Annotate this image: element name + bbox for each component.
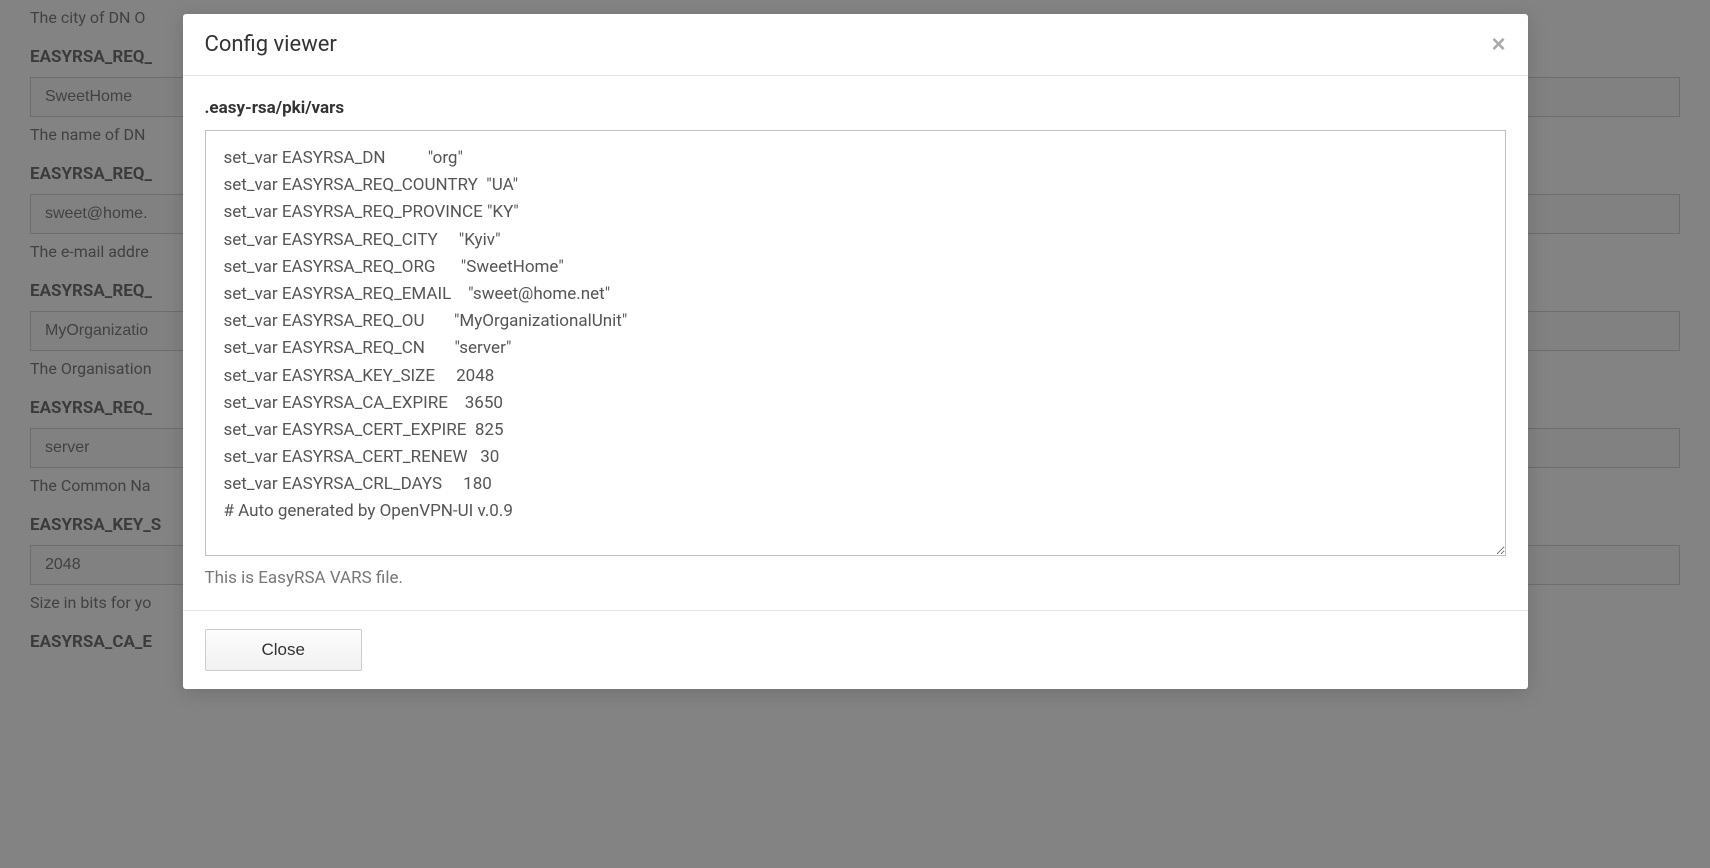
modal-body: .easy-rsa/pki/vars This is EasyRSA VARS … (183, 76, 1528, 610)
config-filepath: .easy-rsa/pki/vars (205, 98, 1506, 118)
config-help-text: This is EasyRSA VARS file. (205, 568, 1506, 588)
config-viewer-modal: Config viewer × .easy-rsa/pki/vars This … (183, 14, 1528, 689)
config-content-textarea[interactable] (205, 130, 1506, 556)
close-icon[interactable]: × (1491, 33, 1505, 57)
modal-overlay: Config viewer × .easy-rsa/pki/vars This … (0, 0, 1710, 868)
modal-footer: Close (183, 610, 1528, 689)
close-button[interactable]: Close (205, 629, 362, 671)
modal-header: Config viewer × (183, 14, 1528, 76)
modal-title: Config viewer (205, 32, 337, 57)
